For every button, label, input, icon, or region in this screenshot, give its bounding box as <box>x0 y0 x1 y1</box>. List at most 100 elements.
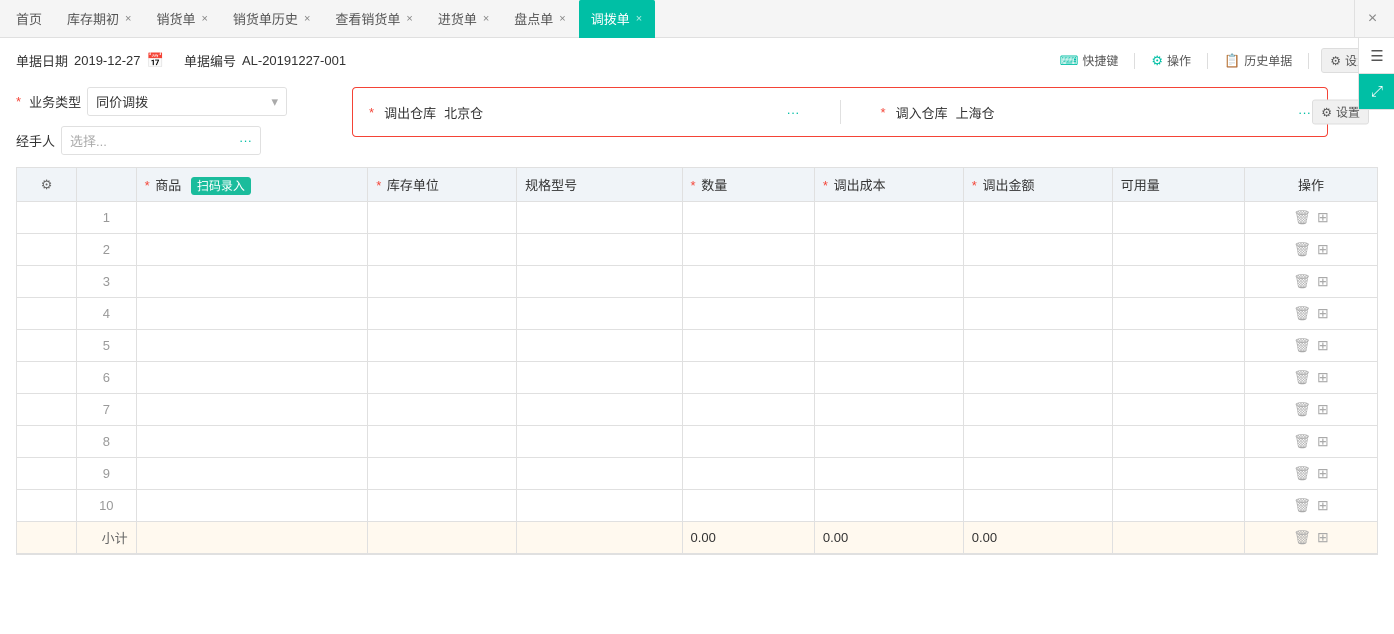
sidebar-expand-icon[interactable]: ⤢ <box>1359 74 1394 110</box>
row-product-10[interactable] <box>136 490 368 522</box>
row-copy-icon[interactable]: ⊞ <box>1317 209 1329 226</box>
main-content: 单据日期 2019-12-27 📅 单据编号 AL-20191227-001 ⌨… <box>0 38 1394 565</box>
row-copy-icon[interactable]: ⊞ <box>1317 369 1329 386</box>
row-cost-9[interactable] <box>814 458 963 490</box>
row-qty-9[interactable] <box>682 458 814 490</box>
row-product-8[interactable] <box>136 426 368 458</box>
handler-select[interactable]: 选择... ··· <box>61 126 261 155</box>
row-qty-5[interactable] <box>682 330 814 362</box>
row-copy-icon[interactable]: ⊞ <box>1317 401 1329 418</box>
row-qty-3[interactable] <box>682 266 814 298</box>
in-warehouse-more-icon[interactable]: ··· <box>1298 105 1311 120</box>
handler-more-icon[interactable]: ··· <box>239 133 252 148</box>
tab-sales-order[interactable]: 销货单 × <box>144 0 220 38</box>
tab-stocktake[interactable]: 盘点单 × <box>502 0 578 38</box>
row-copy-icon[interactable]: ⊞ <box>1317 529 1329 546</box>
row-product-2[interactable] <box>136 234 368 266</box>
row-delete-icon[interactable]: 🗑 <box>1293 337 1311 354</box>
tab-purchase-order[interactable]: 进货单 × <box>426 0 502 38</box>
row-amount-4[interactable] <box>963 298 1112 330</box>
row-cost-7[interactable] <box>814 394 963 426</box>
row-delete-icon[interactable]: 🗑 <box>1293 529 1311 546</box>
row-amount-9[interactable] <box>963 458 1112 490</box>
row-product-1[interactable] <box>136 202 368 234</box>
row-cost-8[interactable] <box>814 426 963 458</box>
row-product-3[interactable] <box>136 266 368 298</box>
row-amount-6[interactable] <box>963 362 1112 394</box>
row-cost-1[interactable] <box>814 202 963 234</box>
row-ops-3: 🗑⊞ <box>1245 266 1377 298</box>
row-qty-7[interactable] <box>682 394 814 426</box>
amount-column-header: * 调出金额 <box>963 168 1112 202</box>
row-copy-icon[interactable]: ⊞ <box>1317 497 1329 514</box>
out-warehouse-more-icon[interactable]: ··· <box>787 105 800 120</box>
row-cost-2[interactable] <box>814 234 963 266</box>
row-amount-8[interactable] <box>963 426 1112 458</box>
row-product-9[interactable] <box>136 458 368 490</box>
row-ops-5: 🗑⊞ <box>1245 330 1377 362</box>
row-cost-6[interactable] <box>814 362 963 394</box>
row-product-4[interactable] <box>136 298 368 330</box>
row-copy-icon[interactable]: ⊞ <box>1317 433 1329 450</box>
row-qty-8[interactable] <box>682 426 814 458</box>
ops-button[interactable]: ⚙ 操作 <box>1147 50 1195 71</box>
row-amount-7[interactable] <box>963 394 1112 426</box>
tab-purchase-order-close[interactable]: × <box>483 13 489 25</box>
row-qty-10[interactable] <box>682 490 814 522</box>
row-delete-icon[interactable]: 🗑 <box>1293 497 1311 514</box>
tab-transfer[interactable]: 调拨单 × <box>579 0 655 38</box>
row-cost-5[interactable] <box>814 330 963 362</box>
row-cost-4[interactable] <box>814 298 963 330</box>
row-delete-icon[interactable]: 🗑 <box>1293 433 1311 450</box>
row-copy-icon[interactable]: ⊞ <box>1317 273 1329 290</box>
row-qty-2[interactable] <box>682 234 814 266</box>
row-cost-3[interactable] <box>814 266 963 298</box>
row-amount-5[interactable] <box>963 330 1112 362</box>
calendar-icon[interactable]: 📅 <box>147 52 164 69</box>
sidebar-list-icon[interactable]: ☰ <box>1359 38 1394 74</box>
row-product-6[interactable] <box>136 362 368 394</box>
row-checkbox-8 <box>17 426 77 458</box>
row-delete-icon[interactable]: 🗑 <box>1293 273 1311 290</box>
row-delete-icon[interactable]: 🗑 <box>1293 241 1311 258</box>
tab-sales-history-close[interactable]: × <box>304 13 310 25</box>
tab-view-sales[interactable]: 查看销货单 × <box>323 0 425 38</box>
row-delete-icon[interactable]: 🗑 <box>1293 209 1311 226</box>
row-qty-6[interactable] <box>682 362 814 394</box>
row-copy-icon[interactable]: ⊞ <box>1317 465 1329 482</box>
tab-inventory-init-close[interactable]: × <box>125 13 131 25</box>
row-qty-1[interactable] <box>682 202 814 234</box>
row-amount-3[interactable] <box>963 266 1112 298</box>
row-checkbox-5 <box>17 330 77 362</box>
row-delete-icon[interactable]: 🗑 <box>1293 369 1311 386</box>
gear-column-header[interactable]: ⚙ <box>17 168 77 202</box>
shortcut-button[interactable]: ⌨ 快捷键 <box>1056 50 1123 71</box>
tab-stocktake-close[interactable]: × <box>559 13 565 25</box>
tab-sales-history[interactable]: 销货单历史 × <box>221 0 323 38</box>
row-amount-10[interactable] <box>963 490 1112 522</box>
in-warehouse-field: * 调入仓库 上海仓 ··· <box>881 103 1312 122</box>
row-product-5[interactable] <box>136 330 368 362</box>
row-amount-2[interactable] <box>963 234 1112 266</box>
tab-home[interactable]: 首页 <box>4 0 55 38</box>
tab-view-sales-close[interactable]: × <box>406 13 412 25</box>
tab-inventory-init[interactable]: 库存期初 × <box>55 0 144 38</box>
in-warehouse-label: 调入仓库 <box>896 103 948 122</box>
row-delete-icon[interactable]: 🗑 <box>1293 465 1311 482</box>
row-product-7[interactable] <box>136 394 368 426</box>
history-button[interactable]: 📋 历史单据 <box>1220 50 1296 71</box>
row-copy-icon[interactable]: ⊞ <box>1317 337 1329 354</box>
row-copy-icon[interactable]: ⊞ <box>1317 305 1329 322</box>
row-delete-icon[interactable]: 🗑 <box>1293 305 1311 322</box>
row-ops-8: 🗑⊞ <box>1245 426 1377 458</box>
row-copy-icon[interactable]: ⊞ <box>1317 241 1329 258</box>
row-cost-10[interactable] <box>814 490 963 522</box>
tab-sales-order-close[interactable]: × <box>201 13 207 25</box>
row-qty-4[interactable] <box>682 298 814 330</box>
tab-transfer-close[interactable]: × <box>636 13 642 25</box>
barcode-scan-button[interactable]: 扫码录入 <box>191 177 251 195</box>
close-all-button[interactable]: × <box>1354 0 1390 38</box>
row-amount-1[interactable] <box>963 202 1112 234</box>
row-delete-icon[interactable]: 🗑 <box>1293 401 1311 418</box>
biz-type-select[interactable]: 同价调拨 ▾ <box>87 87 287 116</box>
